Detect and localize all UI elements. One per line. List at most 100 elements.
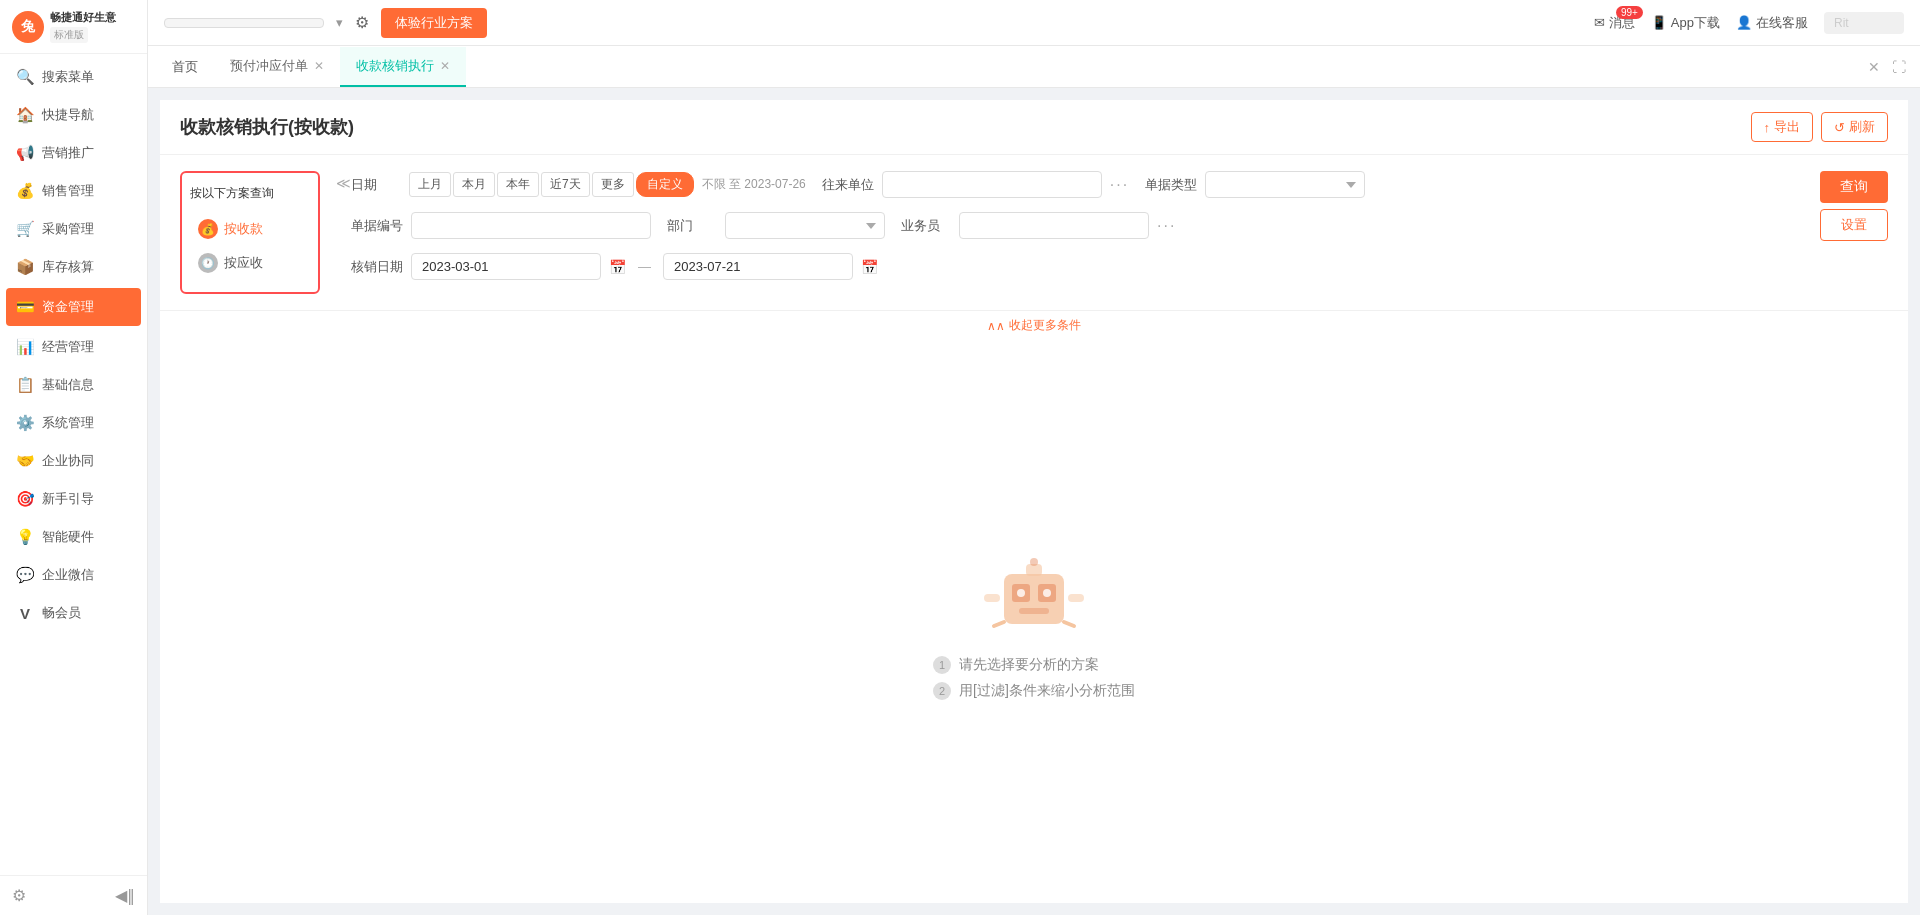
tabs-bar: 首页 预付冲应付单 ✕ 收款核销执行 ✕ ✕ ⛶ <box>148 46 1920 88</box>
salesman-dots-icon[interactable]: ··· <box>1157 217 1176 235</box>
date-btn-7days[interactable]: 近7天 <box>541 172 590 197</box>
verify-date-end-input[interactable]: 2023-07-21 <box>663 253 853 280</box>
app-label: App下载 <box>1671 14 1720 32</box>
tab-receipt-close-icon[interactable]: ✕ <box>440 59 450 73</box>
date-btn-this-year[interactable]: 本年 <box>497 172 539 197</box>
filter-option-receipt[interactable]: 💰 按收款 <box>190 212 310 246</box>
expand-tabs-icon[interactable]: ⛶ <box>1886 55 1912 79</box>
guide-nav-icon: 🎯 <box>16 490 34 508</box>
filter-row-3: 核销日期 2023-03-01 📅 — 2023-07-21 📅 <box>351 253 1804 280</box>
sidebar-item-finance[interactable]: 💳 资金管理 <box>6 288 141 326</box>
tab-home-label: 首页 <box>172 58 198 76</box>
filter-verify-date-group: 核销日期 2023-03-01 📅 — 2023-07-21 📅 <box>351 253 878 280</box>
sidebar-item-search[interactable]: 🔍 搜索菜单 <box>0 58 147 96</box>
empty-tip-1: 1 请先选择要分析的方案 <box>933 656 1135 674</box>
partner-input[interactable] <box>882 171 1102 198</box>
empty-tip-1-text: 请先选择要分析的方案 <box>959 656 1099 674</box>
filter-partner-group: 往来单位 ··· <box>822 171 1129 198</box>
export-button[interactable]: ↑ 导出 <box>1751 112 1814 142</box>
finance-nav-icon: 💳 <box>16 298 34 316</box>
sidebar-item-label: 资金管理 <box>42 298 94 316</box>
sidebar-item-operation[interactable]: 📊 经营管理 <box>0 328 147 366</box>
sidebar-item-label: 快捷导航 <box>42 106 94 124</box>
tab-prepay-close-icon[interactable]: ✕ <box>314 59 324 73</box>
refresh-icon: ↺ <box>1834 120 1845 135</box>
sidebar-item-inventory[interactable]: 📦 库存核算 <box>0 248 147 286</box>
setting-button[interactable]: 设置 <box>1820 209 1888 241</box>
collapse-more-btn[interactable]: ∧∧ 收起更多条件 <box>987 317 1081 334</box>
sidebar-item-label: 新手引导 <box>42 490 94 508</box>
docno-input[interactable] <box>411 212 651 239</box>
partner-dots-icon[interactable]: ··· <box>1110 176 1129 194</box>
sidebar-item-base[interactable]: 📋 基础信息 <box>0 366 147 404</box>
date-btn-this-month[interactable]: 本月 <box>453 172 495 197</box>
date-btn-custom[interactable]: 自定义 <box>636 172 694 197</box>
tab-prepay[interactable]: 预付冲应付单 ✕ <box>214 47 340 87</box>
header-gear-icon[interactable]: ⚙ <box>355 13 369 32</box>
main-area: ▾ ⚙ 体验行业方案 ✉ 消息 99+ 📱 App下载 👤 在线客服 Rit 首… <box>148 0 1920 915</box>
header-dropdown-icon[interactable]: ▾ <box>336 15 343 30</box>
filter-option-receivable[interactable]: 🕐 按应收 <box>190 246 310 280</box>
filter-option-receipt-label: 按收款 <box>224 220 263 238</box>
doctype-label: 单据类型 <box>1145 176 1197 194</box>
sidebar-item-hardware[interactable]: 💡 智能硬件 <box>0 518 147 556</box>
sidebar-item-system[interactable]: ⚙️ 系统管理 <box>0 404 147 442</box>
message-btn[interactable]: ✉ 消息 99+ <box>1594 14 1635 32</box>
verify-date-end-calendar-icon[interactable]: 📅 <box>861 259 878 275</box>
tab-home[interactable]: 首页 <box>156 48 214 86</box>
collapse-more-bar: ∧∧ 收起更多条件 <box>160 310 1908 340</box>
breadcrumb-input[interactable] <box>164 18 324 28</box>
query-button[interactable]: 查询 <box>1820 171 1888 203</box>
sidebar: 兔 畅捷通好生意 标准版 🔍 搜索菜单 🏠 快捷导航 📢 营销推广 💰 销售管理… <box>0 0 148 915</box>
date-buttons: 上月 本月 本年 近7天 更多 自定义 <box>409 172 694 197</box>
filter-row-1: 日期 上月 本月 本年 近7天 更多 自定义 不限 至 2023-07-26 <box>351 171 1804 198</box>
sidebar-item-member[interactable]: V 畅会员 <box>0 594 147 632</box>
tab-receipt[interactable]: 收款核销执行 ✕ <box>340 47 466 87</box>
tip-num-2: 2 <box>933 682 951 700</box>
app-icon: 📱 <box>1651 15 1667 30</box>
sidebar-item-guide[interactable]: 🎯 新手引导 <box>0 480 147 518</box>
svg-rect-8 <box>984 594 1000 602</box>
svg-point-5 <box>1043 589 1051 597</box>
online-service-btn[interactable]: 👤 在线客服 <box>1736 14 1808 32</box>
message-badge: 99+ <box>1616 6 1643 19</box>
filter-main: 日期 上月 本月 本年 近7天 更多 自定义 不限 至 2023-07-26 <box>351 171 1888 294</box>
user-profile[interactable]: Rit <box>1824 12 1904 34</box>
filter-docno-group: 单据编号 <box>351 212 651 239</box>
collapse-sidebar-icon[interactable]: ◀‖ <box>115 886 135 905</box>
sidebar-item-collab[interactable]: 🤝 企业协同 <box>0 442 147 480</box>
filter-row-2: 单据编号 部门 业务员 <box>351 212 1804 239</box>
sidebar-item-label: 库存核算 <box>42 258 94 276</box>
salesman-input[interactable] <box>959 212 1149 239</box>
industry-btn[interactable]: 体验行业方案 <box>381 8 487 38</box>
sidebar-item-label: 基础信息 <box>42 376 94 394</box>
date-label: 日期 <box>351 176 401 194</box>
date-btn-more[interactable]: 更多 <box>592 172 634 197</box>
sidebar-item-label: 系统管理 <box>42 414 94 432</box>
refresh-button[interactable]: ↺ 刷新 <box>1821 112 1888 142</box>
sidebar-item-sales[interactable]: 💰 销售管理 <box>0 172 147 210</box>
empty-tips: 1 请先选择要分析的方案 2 用[过滤]条件来缩小分析范围 <box>933 656 1135 700</box>
doctype-select[interactable] <box>1205 171 1365 198</box>
sidebar-item-wechat[interactable]: 💬 企业微信 <box>0 556 147 594</box>
settings-icon[interactable]: ⚙ <box>12 886 26 905</box>
empty-state: 1 请先选择要分析的方案 2 用[过滤]条件来缩小分析范围 <box>160 340 1908 903</box>
filter-collapse-arrow[interactable]: ≪ <box>336 175 351 191</box>
close-all-tabs-icon[interactable]: ✕ <box>1862 55 1886 79</box>
verify-date-start-input[interactable]: 2023-03-01 <box>411 253 601 280</box>
filter-actions: 查询 设置 <box>1820 171 1888 241</box>
date-btn-last-month[interactable]: 上月 <box>409 172 451 197</box>
empty-tip-2: 2 用[过滤]条件来缩小分析范围 <box>933 682 1135 700</box>
collapse-more-label: 收起更多条件 <box>1009 317 1081 334</box>
sidebar-item-purchase[interactable]: 🛒 采购管理 <box>0 210 147 248</box>
service-icon: 👤 <box>1736 15 1752 30</box>
app-download-btn[interactable]: 📱 App下载 <box>1651 14 1720 32</box>
purchase-nav-icon: 🛒 <box>16 220 34 238</box>
empty-illustration <box>974 544 1094 644</box>
collab-nav-icon: 🤝 <box>16 452 34 470</box>
sidebar-item-shortcut[interactable]: 🏠 快捷导航 <box>0 96 147 134</box>
message-icon: ✉ <box>1594 15 1605 30</box>
verify-date-start-calendar-icon[interactable]: 📅 <box>609 259 626 275</box>
sidebar-item-marketing[interactable]: 📢 营销推广 <box>0 134 147 172</box>
dept-select[interactable] <box>725 212 885 239</box>
